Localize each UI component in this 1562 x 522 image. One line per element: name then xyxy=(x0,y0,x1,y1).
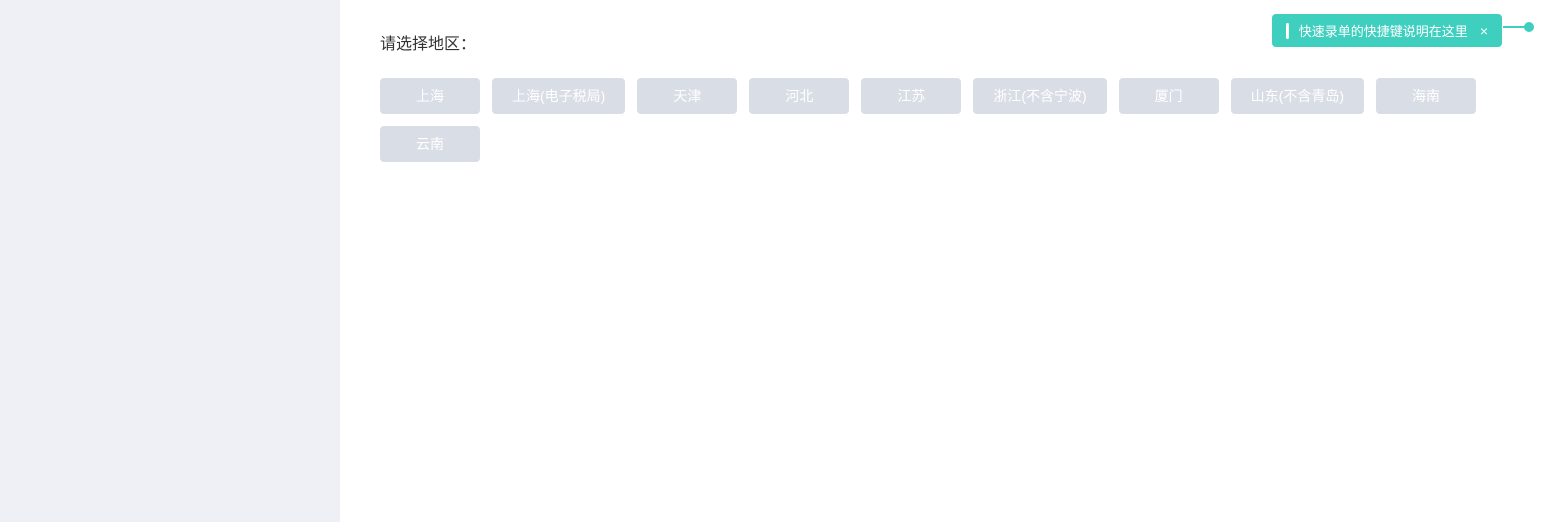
region-button-shandong[interactable]: 山东(不含青岛) xyxy=(1231,78,1364,114)
tooltip-close-button[interactable]: × xyxy=(1480,24,1488,38)
tooltip-line xyxy=(1503,26,1525,28)
region-button-yunnan[interactable]: 云南 xyxy=(380,126,480,162)
region-button-hebei[interactable]: 河北 xyxy=(749,78,849,114)
region-button-shanghai[interactable]: 上海 xyxy=(380,78,480,114)
region-buttons-container: 上海上海(电子税局) 天津河北江苏浙江(不含宁波) 厦门山东(不含青岛) 海南云南 xyxy=(380,78,1522,162)
region-button-zhejiang[interactable]: 浙江(不含宁波) xyxy=(973,78,1106,114)
region-button-hainan[interactable]: 海南 xyxy=(1376,78,1476,114)
region-button-jiangsu[interactable]: 江苏 xyxy=(861,78,961,114)
left-sidebar xyxy=(0,0,340,522)
tooltip-banner: 快速录单的快捷键说明在这里 × xyxy=(1272,14,1502,47)
tooltip-text: 快速录单的快捷键说明在这里 xyxy=(1299,21,1468,40)
tooltip-dot xyxy=(1524,22,1534,32)
main-content: 请选择地区： 上海上海(电子税局)天津河北江苏浙江(不含宁波)厦门山东(不含青岛… xyxy=(340,0,1562,522)
region-button-xiamen[interactable]: 厦门 xyxy=(1119,78,1219,114)
region-button-shanghai-etax[interactable]: 上海(电子税局) xyxy=(492,78,625,114)
region-button-tianjin[interactable]: 天津 xyxy=(637,78,737,114)
